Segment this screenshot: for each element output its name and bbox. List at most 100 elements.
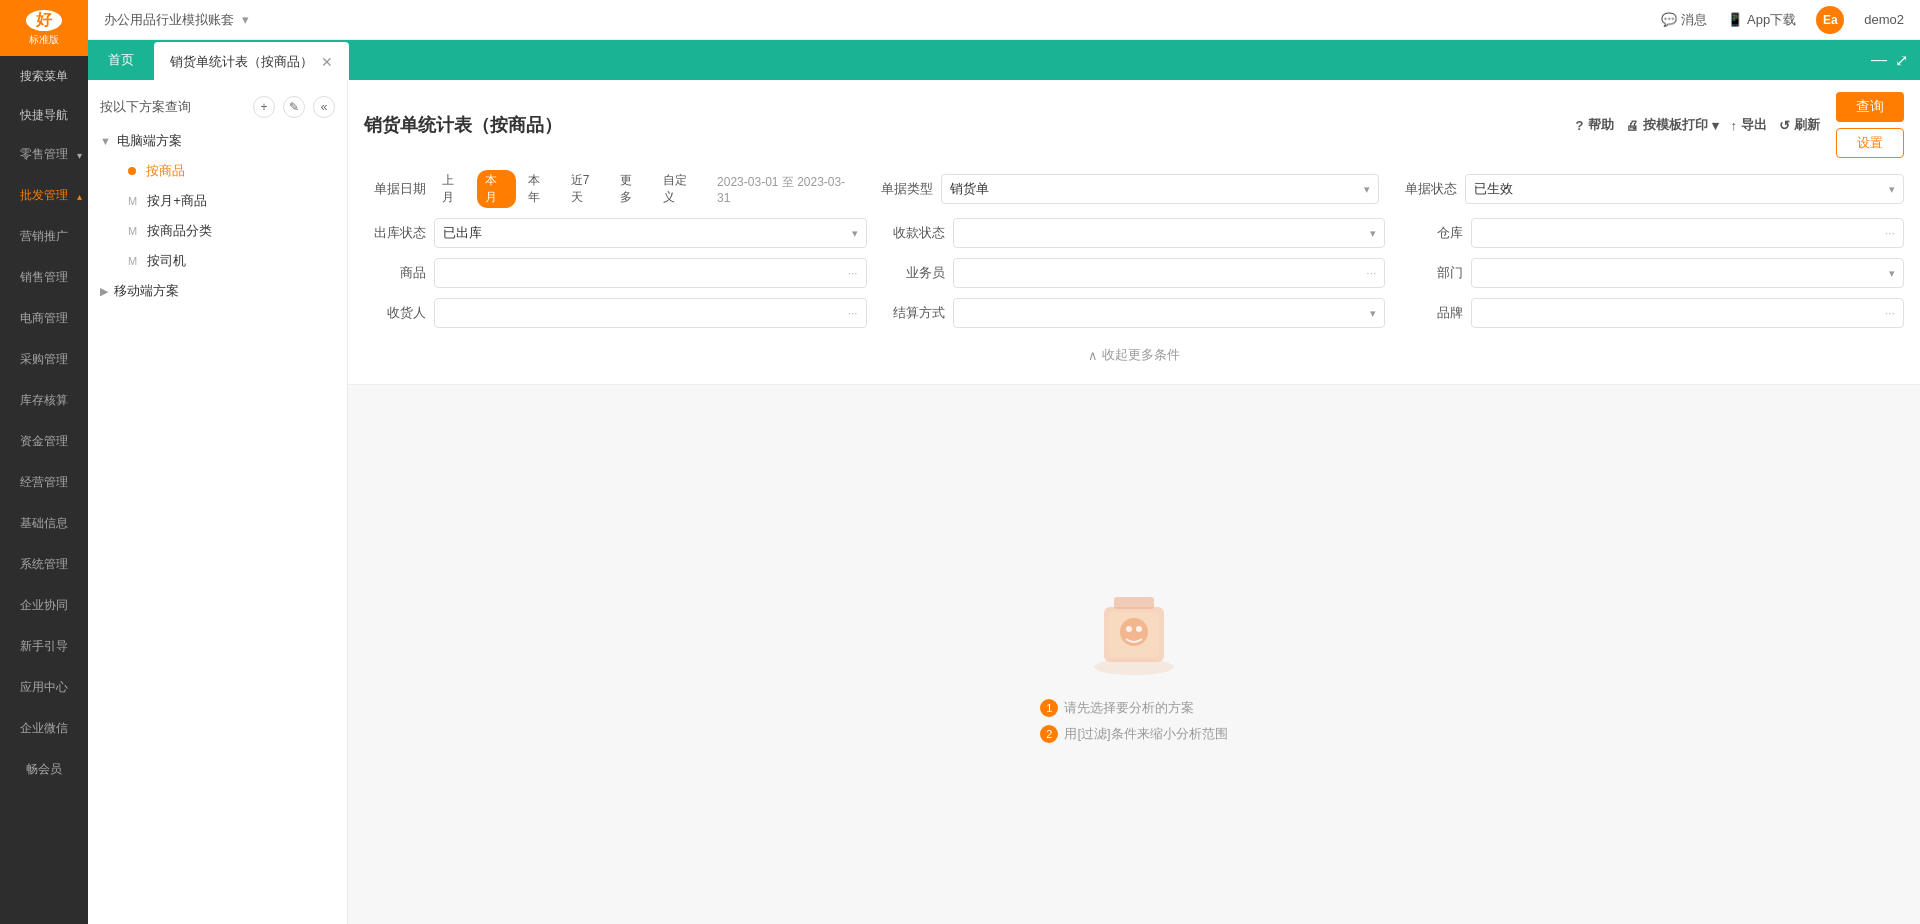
sidebar-item-collab[interactable]: 企业协同: [0, 585, 88, 626]
date-custom-btn[interactable]: 自定义: [655, 170, 705, 208]
tab-label: 销货单统计表（按商品）: [170, 53, 313, 71]
tip-2-text: 用[过滤]条件来缩小分析范围: [1064, 725, 1227, 743]
filter-row-4: 收货人 ··· 结算方式 ▾ 品牌 ···: [364, 298, 1904, 328]
salesman-select[interactable]: ···: [953, 258, 1386, 288]
goods-select[interactable]: ···: [434, 258, 867, 288]
sidebar-item-basic[interactable]: 基础信息: [0, 503, 88, 544]
date-last-month-btn[interactable]: 上月: [434, 170, 473, 208]
out-chevron-icon: ▾: [852, 227, 858, 240]
search-menu-item[interactable]: 搜索菜单: [0, 56, 88, 97]
tree-item-by-month-goods[interactable]: M 按月+商品: [88, 186, 347, 216]
topbar: 办公用品行业模拟账套 ▾ 💬 消息 📱 App下载 Ea demo2: [88, 0, 1920, 40]
date-this-month-btn[interactable]: 本月: [477, 170, 516, 208]
status-select[interactable]: 已生效 ▾: [1465, 174, 1904, 204]
refresh-icon: ↺: [1779, 118, 1790, 133]
page-title: 销货单统计表（按商品）: [364, 113, 562, 137]
sidebar-item-system[interactable]: 系统管理: [0, 544, 88, 585]
date-label: 单据日期: [364, 180, 434, 198]
date-this-year-btn[interactable]: 本年: [520, 170, 559, 208]
receiver-dots: ···: [848, 306, 858, 320]
tab-maximize-icon[interactable]: ⤢: [1895, 51, 1908, 70]
filter-area: 销货单统计表（按商品） ? 帮助 🖨 按模板打印 ▾: [348, 80, 1920, 385]
receipt-status-select[interactable]: ▾: [953, 218, 1386, 248]
tip-1-number: 1: [1040, 699, 1058, 717]
industry-dropdown-icon[interactable]: ▾: [242, 12, 249, 27]
main-area: 办公用品行业模拟账套 ▾ 💬 消息 📱 App下载 Ea demo2 首页 销货…: [88, 0, 1920, 924]
app-icon: 📱: [1727, 12, 1743, 27]
add-scheme-button[interactable]: +: [253, 96, 275, 118]
date-7days-btn[interactable]: 近7天: [563, 170, 608, 208]
refresh-button[interactable]: ↺ 刷新: [1779, 116, 1820, 134]
out-status-select[interactable]: 已出库 ▾: [434, 218, 867, 248]
dept-select[interactable]: ▾: [1471, 258, 1904, 288]
payment-select[interactable]: ▾: [953, 298, 1386, 328]
receiver-select[interactable]: ···: [434, 298, 867, 328]
action-buttons: ? 帮助 🖨 按模板打印 ▾ ↑ 导出: [1576, 116, 1820, 134]
page-title-row: 销货单统计表（按商品） ? 帮助 🖨 按模板打印 ▾: [364, 92, 1904, 158]
svg-point-4: [1126, 626, 1132, 632]
sidebar: 好 标准版 搜索菜单 快捷导航 零售管理 ▾ 批发管理 ▴ 营销推广 销售管理 …: [0, 0, 88, 924]
sidebar-item-newbie[interactable]: 新手引导: [0, 626, 88, 667]
sidebar-item-finance[interactable]: 资金管理: [0, 421, 88, 462]
sidebar-item-management[interactable]: 经营管理: [0, 462, 88, 503]
sidebar-item-label: 企业微信: [20, 720, 68, 737]
tree-section-label: 移动端方案: [114, 282, 179, 300]
type-chevron-icon: ▾: [1364, 183, 1370, 196]
empty-illustration: [1074, 567, 1194, 687]
print-icon: 🖨: [1626, 118, 1639, 133]
sidebar-item-label: 库存核算: [20, 392, 68, 409]
tree-section-pc[interactable]: ▼ 电脑端方案: [88, 126, 347, 156]
export-button[interactable]: ↑ 导出: [1731, 116, 1768, 134]
tab-sales-stats[interactable]: 销货单统计表（按商品） ✕: [154, 42, 349, 82]
avatar[interactable]: Ea: [1816, 6, 1844, 34]
print-button[interactable]: 🖨 按模板打印 ▾: [1626, 116, 1719, 134]
sidebar-item-retail[interactable]: 零售管理 ▾: [0, 134, 88, 175]
app-download-button[interactable]: 📱 App下载: [1727, 11, 1796, 29]
edit-scheme-button[interactable]: ✎: [283, 96, 305, 118]
out-status-label: 出库状态: [364, 224, 434, 242]
page-actions: ? 帮助 🖨 按模板打印 ▾ ↑ 导出: [1576, 92, 1904, 158]
sidebar-item-wechat[interactable]: 企业微信: [0, 708, 88, 749]
tab-home[interactable]: 首页: [88, 40, 154, 80]
sidebar-item-appcenter[interactable]: 应用中心: [0, 667, 88, 708]
left-panel: 按以下方案查询 + ✎ « ▼ 电脑端方案 按商品 M 按月+商品: [88, 80, 348, 924]
brand-label: 品牌: [1401, 304, 1471, 322]
collapse-more-button[interactable]: ∧ 收起更多条件: [364, 338, 1904, 372]
active-dot-icon: [128, 167, 136, 175]
sidebar-item-inventory[interactable]: 库存核算: [0, 380, 88, 421]
sidebar-item-ecommerce[interactable]: 电商管理: [0, 298, 88, 339]
chevron-up-icon: ▴: [77, 190, 82, 201]
sidebar-item-label: 采购管理: [20, 351, 68, 368]
tab-minimize-icon[interactable]: —: [1871, 51, 1887, 69]
quick-nav-item[interactable]: 快捷导航: [0, 97, 88, 134]
tree-item-by-category[interactable]: M 按商品分类: [88, 216, 347, 246]
topbar-left: 办公用品行业模拟账套 ▾: [104, 11, 249, 29]
sidebar-item-member[interactable]: 畅会员: [0, 749, 88, 790]
goods-label: 商品: [364, 264, 434, 282]
collapse-panel-button[interactable]: «: [313, 96, 335, 118]
help-button[interactable]: ? 帮助: [1576, 116, 1614, 134]
sidebar-item-marketing[interactable]: 营销推广: [0, 216, 88, 257]
tree-section-mobile[interactable]: ▶ 移动端方案: [88, 276, 347, 306]
type-select[interactable]: 销货单 ▾: [941, 174, 1380, 204]
content-area: 按以下方案查询 + ✎ « ▼ 电脑端方案 按商品 M 按月+商品: [88, 80, 1920, 924]
empty-icon-container: [1074, 567, 1194, 687]
tab-close-icon[interactable]: ✕: [321, 54, 333, 70]
date-more-btn[interactable]: 更多: [612, 170, 651, 208]
query-button[interactable]: 查询: [1836, 92, 1904, 122]
left-panel-header: 按以下方案查询 + ✎ «: [88, 88, 347, 126]
tree-item-by-goods[interactable]: 按商品: [88, 156, 347, 186]
sidebar-item-label: 系统管理: [20, 556, 68, 573]
sidebar-item-label: 应用中心: [20, 679, 68, 696]
out-status-value: 已出库: [443, 224, 482, 242]
warehouse-select[interactable]: ···: [1471, 218, 1904, 248]
message-button[interactable]: 💬 消息: [1661, 11, 1707, 29]
sidebar-item-sales[interactable]: 销售管理: [0, 257, 88, 298]
brand-select[interactable]: ···: [1471, 298, 1904, 328]
tree-item-by-driver[interactable]: M 按司机: [88, 246, 347, 276]
tree-item-icon: M: [128, 225, 137, 237]
sidebar-item-purchase[interactable]: 采购管理: [0, 339, 88, 380]
settings-button[interactable]: 设置: [1836, 128, 1904, 158]
sidebar-item-wholesale[interactable]: 批发管理 ▴: [0, 175, 88, 216]
goods-dots: ···: [848, 266, 858, 280]
